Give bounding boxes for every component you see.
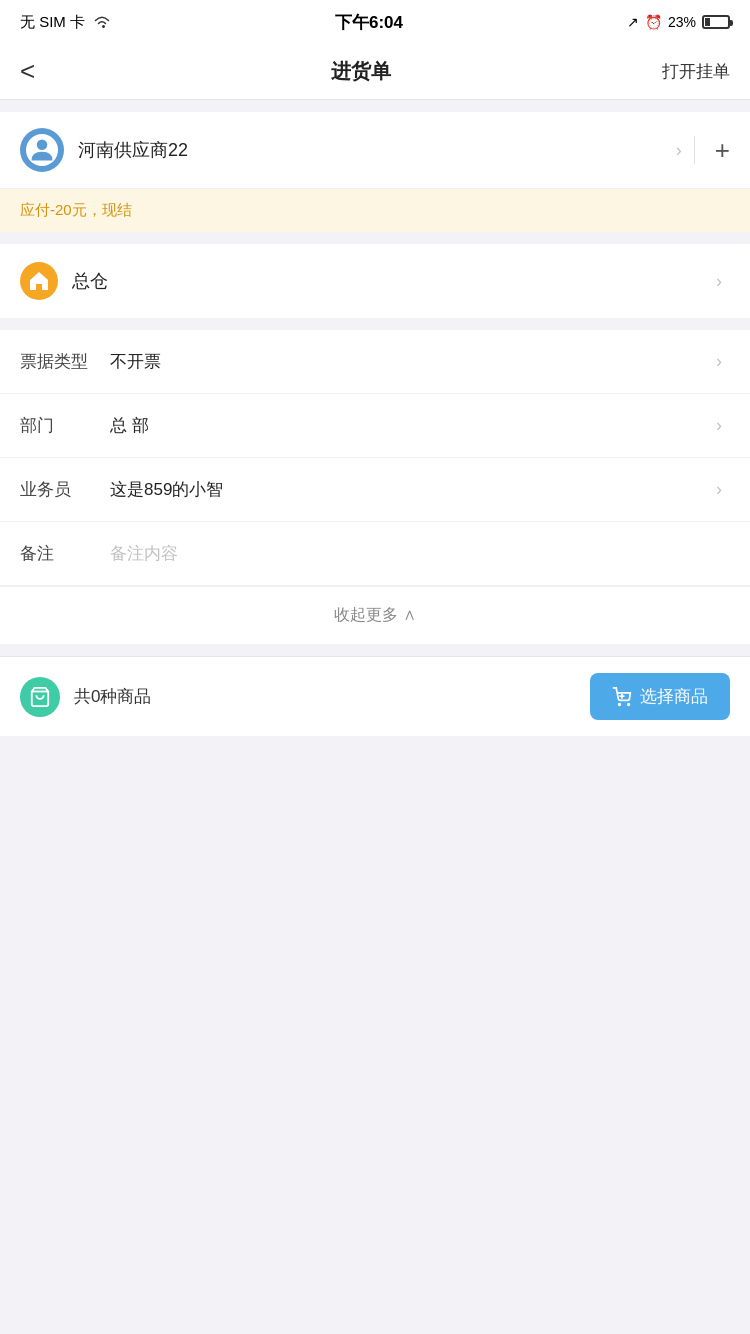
battery-percent: 23% [668, 14, 696, 30]
select-product-button[interactable]: 选择商品 [590, 673, 730, 720]
product-count: 共0种商品 [74, 685, 590, 708]
remark-row[interactable]: 备注 备注内容 [0, 522, 750, 586]
supplier-avatar [20, 128, 64, 172]
staff-value: 这是859的小智 [110, 478, 708, 501]
svg-point-0 [37, 140, 48, 151]
status-right-area: ↗ ⏰ 23% [627, 14, 730, 30]
collapse-row[interactable]: 收起更多 ∧ [0, 586, 750, 644]
supplier-avatar-inner [26, 134, 58, 166]
svg-point-3 [628, 703, 630, 705]
page-title: 进货单 [331, 58, 391, 85]
supplier-divider [694, 136, 695, 164]
supplier-card: 河南供应商22 › + 应付-20元，现结 [0, 112, 750, 232]
wifi-icon [93, 15, 111, 29]
battery-icon [702, 15, 730, 29]
nav-bar: < 进货单 打开挂单 [0, 44, 750, 100]
supplier-name: 河南供应商22 [78, 138, 668, 162]
dept-value: 总 部 [110, 414, 708, 437]
svg-point-2 [619, 703, 621, 705]
supplier-notice: 应付-20元，现结 [0, 189, 750, 232]
person-icon [28, 136, 56, 164]
house-icon [28, 270, 50, 292]
location-icon: ↗ [627, 14, 639, 30]
warehouse-chevron-icon: › [716, 271, 722, 292]
select-product-label: 选择商品 [640, 685, 708, 708]
alarm-icon: ⏰ [645, 14, 662, 30]
form-card: 票据类型 不开票 › 部门 总 部 › 业务员 这是859的小智 › 备注 备注… [0, 330, 750, 644]
staff-chevron-icon: › [716, 479, 722, 500]
dept-row[interactable]: 部门 总 部 › [0, 394, 750, 458]
staff-label: 业务员 [20, 478, 110, 501]
cart-icon [29, 686, 51, 708]
supplier-row[interactable]: 河南供应商22 › + [0, 112, 750, 189]
product-bar: 共0种商品 选择商品 [0, 656, 750, 736]
remark-input[interactable]: 备注内容 [110, 542, 730, 565]
invoice-row[interactable]: 票据类型 不开票 › [0, 330, 750, 394]
status-time: 下午6:04 [335, 11, 403, 34]
section-gap-1 [0, 100, 750, 112]
product-icon [20, 677, 60, 717]
status-carrier-area: 无 SIM 卡 [20, 13, 111, 32]
invoice-value: 不开票 [110, 350, 708, 373]
warehouse-card: 总仓 › [0, 244, 750, 318]
warehouse-row[interactable]: 总仓 › [0, 244, 750, 318]
supplier-chevron-icon: › [676, 140, 682, 161]
warehouse-icon [20, 262, 58, 300]
warehouse-label: 总仓 [72, 269, 708, 293]
status-bar: 无 SIM 卡 下午6:04 ↗ ⏰ 23% [0, 0, 750, 44]
carrier-label: 无 SIM 卡 [20, 13, 85, 32]
staff-row[interactable]: 业务员 这是859的小智 › [0, 458, 750, 522]
select-cart-icon [612, 687, 632, 707]
invoice-label: 票据类型 [20, 350, 110, 373]
open-pending-button[interactable]: 打开挂单 [662, 60, 730, 83]
back-button[interactable]: < [20, 56, 60, 87]
remark-label: 备注 [20, 542, 110, 565]
dept-chevron-icon: › [716, 415, 722, 436]
collapse-button[interactable]: 收起更多 ∧ [334, 606, 415, 623]
dept-label: 部门 [20, 414, 110, 437]
invoice-chevron-icon: › [716, 351, 722, 372]
add-supplier-button[interactable]: + [699, 135, 730, 166]
